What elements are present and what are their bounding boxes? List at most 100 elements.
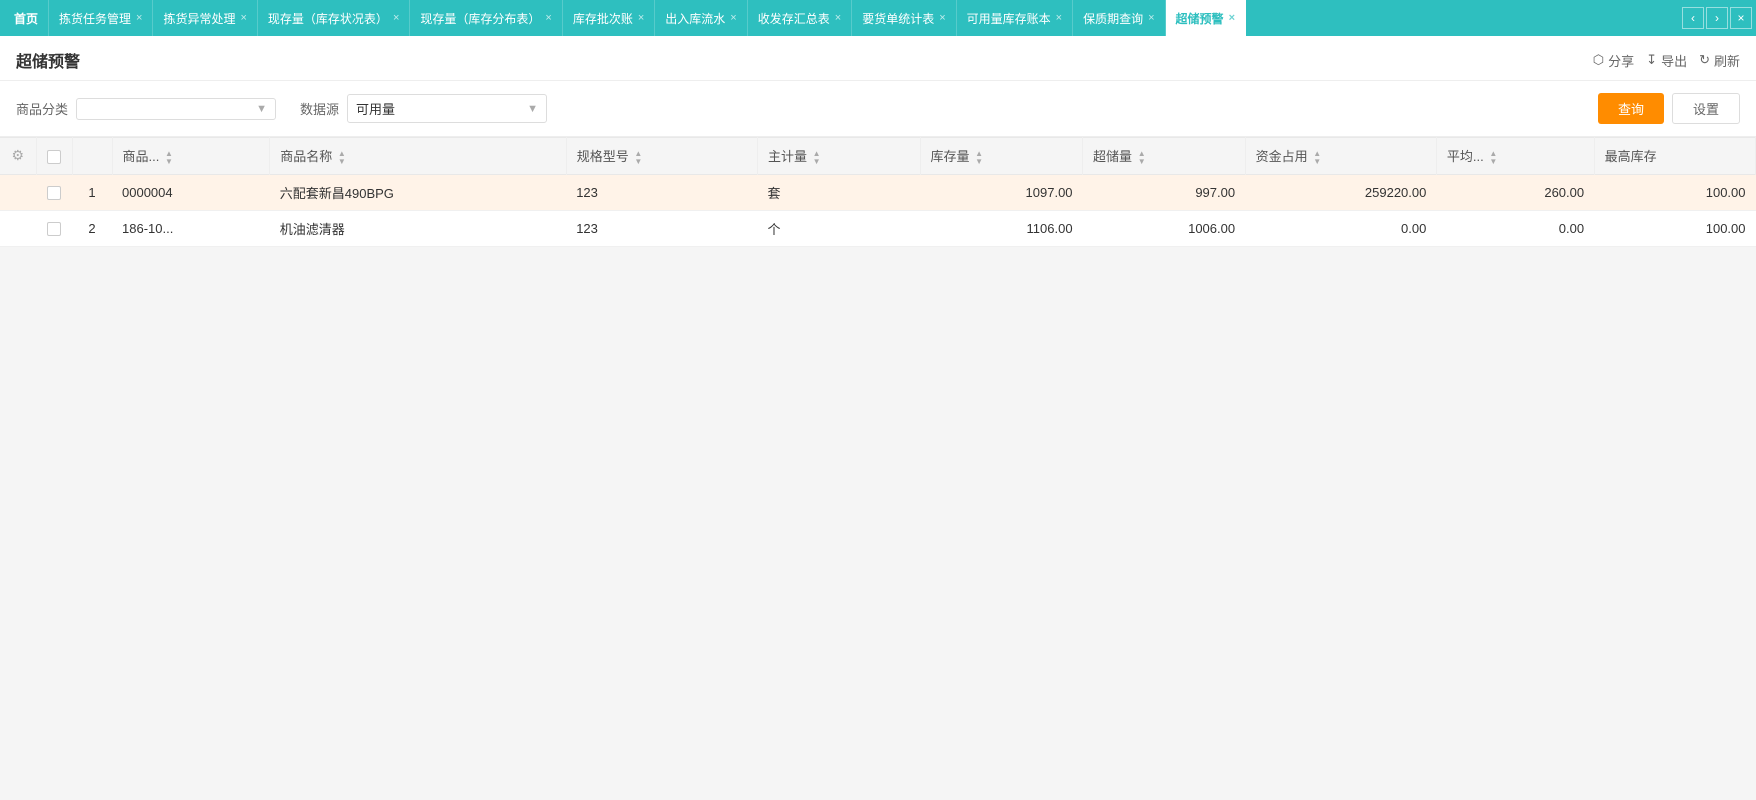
table-body: 1 0000004 六配套新昌490BPG 123 套 1097.00 997.… — [0, 174, 1756, 246]
th-capital[interactable]: 资金占用 ▲▼ — [1245, 138, 1436, 175]
close-icon[interactable]: × — [835, 12, 841, 24]
close-icon[interactable]: × — [136, 12, 142, 24]
cell-overstock: 997.00 — [1083, 174, 1246, 210]
nav-next-button[interactable]: › — [1706, 7, 1728, 29]
refresh-button[interactable]: ↻ 刷新 — [1699, 51, 1740, 70]
page-actions: ⬡ 分享 ↧ 导出 ↻ 刷新 — [1593, 51, 1740, 70]
tab-home[interactable]: 首页 — [4, 0, 49, 36]
th-max-stock: 最高库存 — [1594, 138, 1755, 175]
sort-icon: ▲▼ — [975, 150, 983, 166]
cell-product-code: 0000004 — [112, 174, 270, 210]
cell-spec: 123 — [566, 174, 757, 210]
row-settings-cell — [0, 210, 36, 246]
filter-actions: 查询 设置 — [1598, 93, 1740, 124]
category-select[interactable]: ▼ — [76, 98, 276, 120]
th-avg[interactable]: 平均... ▲▼ — [1436, 138, 1594, 175]
gear-icon[interactable]: ⚙ — [11, 147, 24, 163]
tab-overstock-warning[interactable]: 超储预警 × — [1166, 0, 1246, 36]
query-button[interactable]: 查询 — [1598, 93, 1664, 124]
cell-product-name: 六配套新昌490BPG — [270, 174, 566, 210]
tab-quality-check[interactable]: 保质期查询 × — [1073, 0, 1165, 36]
topbar: 首页 拣货任务管理 × 拣货异常处理 × 现存量（库存状况表） × 现存量（库存… — [0, 0, 1756, 36]
tab-order-stats[interactable]: 要货单统计表 × — [852, 0, 956, 36]
th-spec[interactable]: 规格型号 ▲▼ — [566, 138, 757, 175]
table-header-row: ⚙ 商品... ▲▼ 商品名称 ▲▼ 规格型号 — [0, 138, 1756, 175]
row-checkbox[interactable] — [47, 186, 61, 200]
row-num: 2 — [72, 210, 112, 246]
tab-stock-batch[interactable]: 库存批次账 × — [563, 0, 655, 36]
th-row-num — [72, 138, 112, 175]
close-icon[interactable]: × — [1229, 12, 1235, 24]
th-product-name[interactable]: 商品名称 ▲▼ — [270, 138, 566, 175]
refresh-icon: ↻ — [1699, 52, 1710, 68]
close-icon[interactable]: × — [939, 12, 945, 24]
header-checkbox[interactable] — [47, 150, 61, 164]
cell-unit: 个 — [757, 210, 920, 246]
tab-stock-dist[interactable]: 现存量（库存分布表） × — [410, 0, 562, 36]
nav-close-button[interactable]: × — [1730, 7, 1752, 29]
tab-inout-flow[interactable]: 出入库流水 × — [655, 0, 747, 36]
close-icon[interactable]: × — [1056, 12, 1062, 24]
sort-icon: ▲▼ — [634, 150, 642, 166]
close-icon[interactable]: × — [638, 12, 644, 24]
page-container: 超储预警 ⬡ 分享 ↧ 导出 ↻ 刷新 商品分类 ▼ 数据源 — [0, 36, 1756, 247]
close-icon[interactable]: × — [393, 12, 399, 24]
row-num: 1 — [72, 174, 112, 210]
close-icon[interactable]: × — [240, 12, 246, 24]
table-row: 1 0000004 六配套新昌490BPG 123 套 1097.00 997.… — [0, 174, 1756, 210]
close-icon[interactable]: × — [730, 12, 736, 24]
sort-icon: ▲▼ — [338, 150, 346, 166]
row-checkbox-cell — [36, 174, 72, 210]
datasource-filter: 数据源 可用量 ▼ — [300, 94, 547, 123]
close-icon[interactable]: × — [1148, 12, 1154, 24]
chevron-down-icon: ▼ — [256, 103, 267, 115]
datasource-select-value: 可用量 — [356, 99, 395, 118]
tab-receive-summary[interactable]: 收发存汇总表 × — [748, 0, 852, 36]
cell-unit: 套 — [757, 174, 920, 210]
cell-stock: 1106.00 — [920, 210, 1083, 246]
share-icon: ⬡ — [1593, 52, 1604, 68]
page-title: 超储预警 — [16, 48, 80, 72]
tab-stock-status[interactable]: 现存量（库存状况表） × — [258, 0, 410, 36]
cell-spec: 123 — [566, 210, 757, 246]
row-settings-cell — [0, 174, 36, 210]
datasource-label: 数据源 — [300, 99, 339, 118]
cell-max-stock: 100.00 — [1594, 174, 1755, 210]
settings-button[interactable]: 设置 — [1672, 93, 1740, 124]
category-label: 商品分类 — [16, 99, 68, 118]
sort-icon: ▲▼ — [165, 150, 173, 166]
cell-stock: 1097.00 — [920, 174, 1083, 210]
cell-overstock: 1006.00 — [1083, 210, 1246, 246]
tab-available-stock[interactable]: 可用量库存账本 × — [957, 0, 1073, 36]
tab-pick-task[interactable]: 拣货任务管理 × — [49, 0, 153, 36]
th-product-code[interactable]: 商品... ▲▼ — [112, 138, 270, 175]
sort-icon: ▲▼ — [1138, 150, 1146, 166]
category-filter: 商品分类 ▼ — [16, 98, 276, 120]
th-unit[interactable]: 主计量 ▲▼ — [757, 138, 920, 175]
cell-capital: 0.00 — [1245, 210, 1436, 246]
th-settings: ⚙ — [0, 138, 36, 175]
cell-max-stock: 100.00 — [1594, 210, 1755, 246]
export-icon: ↧ — [1646, 52, 1657, 68]
page-header: 超储预警 ⬡ 分享 ↧ 导出 ↻ 刷新 — [0, 36, 1756, 81]
nav-prev-button[interactable]: ‹ — [1682, 7, 1704, 29]
export-button[interactable]: ↧ 导出 — [1646, 51, 1687, 70]
datasource-select[interactable]: 可用量 ▼ — [347, 94, 547, 123]
sort-icon: ▲▼ — [813, 150, 821, 166]
th-overstock[interactable]: 超储量 ▲▼ — [1083, 138, 1246, 175]
sort-icon: ▲▼ — [1313, 150, 1321, 166]
cell-capital: 259220.00 — [1245, 174, 1436, 210]
cell-avg: 260.00 — [1436, 174, 1594, 210]
tab-pick-exception[interactable]: 拣货异常处理 × — [153, 0, 257, 36]
close-icon[interactable]: × — [545, 12, 551, 24]
chevron-down-icon: ▼ — [527, 103, 538, 115]
th-checkbox — [36, 138, 72, 175]
row-checkbox-cell — [36, 210, 72, 246]
cell-product-name: 机油滤清器 — [270, 210, 566, 246]
share-button[interactable]: ⬡ 分享 — [1593, 51, 1634, 70]
th-stock[interactable]: 库存量 ▲▼ — [920, 138, 1083, 175]
sort-icon: ▲▼ — [1489, 150, 1497, 166]
row-checkbox[interactable] — [47, 222, 61, 236]
filter-bar: 商品分类 ▼ 数据源 可用量 ▼ 查询 设置 — [0, 81, 1756, 137]
cell-product-code: 186-10... — [112, 210, 270, 246]
